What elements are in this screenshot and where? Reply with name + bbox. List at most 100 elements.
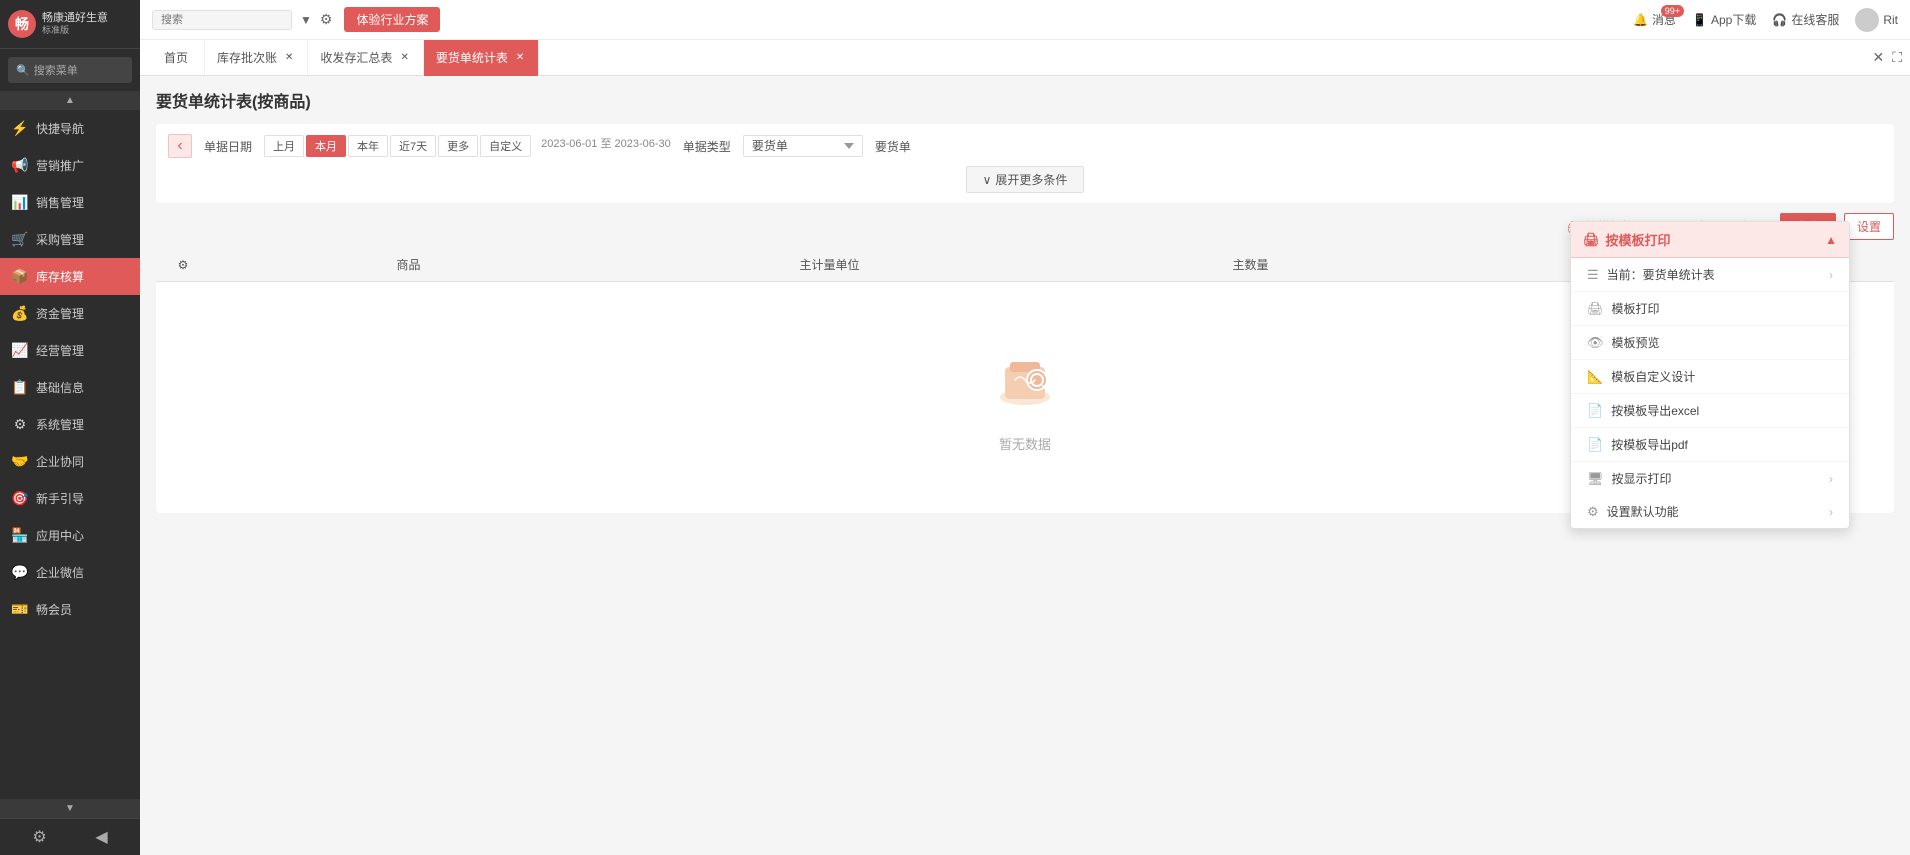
tabbar: 首页 库存批次账 ✕ 收发存汇总表 ✕ 要货单统计表 ✕ ✕ ⛶ bbox=[140, 40, 1910, 76]
chevron-right-icon: › bbox=[1829, 268, 1833, 282]
dropdown-header: 🖨 按模板打印 ▲ bbox=[1571, 222, 1849, 258]
operations-icon: 📈 bbox=[12, 343, 28, 359]
tab-receivables-summary[interactable]: 收发存汇总表 ✕ bbox=[308, 40, 423, 76]
tab-order-stats[interactable]: 要货单统计表 ✕ bbox=[424, 40, 539, 76]
dropdown-export-pdf[interactable]: 📄 按模板导出pdf bbox=[1571, 428, 1849, 462]
notifications-button[interactable]: 🔔 消息 99+ bbox=[1633, 11, 1676, 28]
sidebar-item-inventory[interactable]: 📦 库存核算 bbox=[0, 258, 140, 295]
filter-area: ‹ 单据日期 上月 本月 本年 近7天 更多 自定义 2023-06-01 至 … bbox=[156, 124, 1894, 203]
close-batch-inventory-tab[interactable]: ✕ bbox=[283, 52, 295, 63]
guide-icon: 🎯 bbox=[12, 491, 28, 507]
dropdown-set-default[interactable]: ⚙ 设置默认功能 › bbox=[1571, 495, 1849, 528]
page-content-area: 要货单统计表(按商品) ‹ 单据日期 上月 本月 本年 近7天 更多 自定义 2… bbox=[140, 76, 1910, 855]
topbar-right-area: 🔔 消息 99+ 📱 App下载 🎧 在线客服 Rit bbox=[1633, 8, 1898, 32]
current-month-button[interactable]: 本月 bbox=[306, 135, 346, 157]
chevron-down-icon: ∨ bbox=[983, 173, 992, 187]
close-receivables-tab[interactable]: ✕ bbox=[398, 52, 410, 63]
dropdown-template-preview[interactable]: 👁 模板预览 bbox=[1571, 326, 1849, 360]
sidebar-item-purchase[interactable]: 🛒 采购管理 bbox=[0, 221, 140, 258]
sidebar-item-marketing[interactable]: 📢 营销推广 bbox=[0, 147, 140, 184]
default-settings-icon: ⚙ bbox=[1587, 504, 1599, 520]
sidebar-item-basic-info[interactable]: 📋 基础信息 bbox=[0, 369, 140, 406]
list-icon: ☰ bbox=[1587, 267, 1599, 283]
sidebar-item-collab[interactable]: 🤝 企业协同 bbox=[0, 443, 140, 480]
sidebar-item-finance[interactable]: 💰 资金管理 bbox=[0, 295, 140, 332]
user-menu-button[interactable]: Rit bbox=[1855, 8, 1898, 32]
sidebar-item-guide[interactable]: 🎯 新手引导 bbox=[0, 480, 140, 517]
settings-footer-button[interactable]: ⚙ bbox=[32, 827, 46, 847]
date-filter-label: 单据日期 bbox=[204, 138, 252, 155]
last-7-days-button[interactable]: 近7天 bbox=[390, 135, 436, 157]
app-download-button[interactable]: 📱 App下载 bbox=[1692, 11, 1756, 28]
dropdown-export-excel[interactable]: 📄 按模板导出excel bbox=[1571, 394, 1849, 428]
dropdown-collapse-button[interactable]: ▲ bbox=[1825, 233, 1837, 247]
sidebar-item-sales[interactable]: 📊 销售管理 bbox=[0, 184, 140, 221]
order-category-filter-label: 要货单 bbox=[875, 138, 911, 155]
search-icon: 🔍 bbox=[16, 64, 30, 77]
page-title: 要货单统计表(按商品) bbox=[156, 88, 1894, 112]
prev-month-button[interactable]: 上月 bbox=[264, 135, 304, 157]
th-product: 商品 bbox=[198, 256, 619, 273]
sidebar-item-appstore[interactable]: 🏪 应用中心 bbox=[0, 517, 140, 554]
sidebar-logo: 畅 畅康通好生意 标准版 bbox=[0, 0, 140, 49]
th-unit: 主计量单位 bbox=[619, 256, 1040, 273]
dropdown-display-print[interactable]: 🖥 按显示打印 › bbox=[1571, 462, 1849, 495]
dropdown-title: 🖨 按模板打印 bbox=[1583, 230, 1671, 249]
dropdown-current-template[interactable]: ☰ 当前：要货单统计表 › bbox=[1571, 258, 1849, 292]
sidebar-item-quick-nav[interactable]: ⚡ 快捷导航 bbox=[0, 110, 140, 147]
sidebar-scroll-up-button[interactable]: ▲ bbox=[0, 91, 140, 110]
maximize-button[interactable]: ⛶ bbox=[1892, 49, 1902, 66]
search-menu-button[interactable]: 🔍 搜索菜单 bbox=[8, 57, 132, 83]
type-filter-label: 单据类型 bbox=[683, 138, 731, 155]
topbar-search-dropdown-button[interactable]: ▼ bbox=[300, 13, 312, 27]
purchase-icon: 🛒 bbox=[12, 232, 28, 248]
collapse-sidebar-button[interactable]: ◀ bbox=[95, 827, 107, 847]
sidebar-nav: ⚡ 快捷导航 📢 营销推广 📊 销售管理 🛒 采购管理 📦 库存核算 💰 资金管… bbox=[0, 110, 140, 799]
excel-icon: 📄 bbox=[1587, 403, 1603, 419]
sidebar: 畅 畅康通好生意 标准版 🔍 搜索菜单 ▲ ⚡ 快捷导航 📢 营销推广 📊 销售… bbox=[0, 0, 140, 855]
topbar-gear-button[interactable]: ⚙ bbox=[320, 11, 333, 28]
filter-toggle-button[interactable]: ‹ bbox=[168, 134, 192, 158]
sales-icon: 📊 bbox=[12, 195, 28, 211]
tabbar-actions: ✕ ⛶ bbox=[1872, 49, 1902, 66]
inventory-icon: 📦 bbox=[12, 269, 28, 285]
app-name: 畅康通好生意 标准版 bbox=[42, 11, 108, 37]
print-dropdown-menu: 🖨 按模板打印 ▲ ☰ 当前：要货单统计表 › 🖨 模板打印 bbox=[1570, 221, 1850, 529]
sidebar-item-operations[interactable]: 📈 经营管理 bbox=[0, 332, 140, 369]
sidebar-item-member[interactable]: 🎫 畅会员 bbox=[0, 591, 140, 628]
notification-badge: 99+ bbox=[1661, 5, 1684, 17]
expand-more-button[interactable]: ∨ 展开更多条件 bbox=[966, 166, 1085, 193]
date-range-display: 2023-06-01 至 2023-06-30 bbox=[541, 135, 671, 151]
display-icon: 🖥 bbox=[1587, 471, 1604, 487]
custom-date-button[interactable]: 自定义 bbox=[480, 135, 531, 157]
table-settings-button[interactable]: 设置 bbox=[1844, 213, 1894, 240]
main-content: ▼ ⚙ 体验行业方案 🔔 消息 99+ 📱 App下载 🎧 在线客服 Rit bbox=[140, 0, 1910, 855]
marketing-icon: 📢 bbox=[12, 158, 28, 174]
online-service-button[interactable]: 🎧 在线客服 bbox=[1772, 11, 1839, 28]
design-icon: 📐 bbox=[1587, 369, 1603, 385]
appstore-icon: 🏪 bbox=[12, 528, 28, 544]
finance-icon: 💰 bbox=[12, 306, 28, 322]
filter-row: ‹ 单据日期 上月 本月 本年 近7天 更多 自定义 2023-06-01 至 … bbox=[168, 134, 1882, 158]
sidebar-item-wechat[interactable]: 💬 企业微信 bbox=[0, 554, 140, 591]
quick-nav-icon: ⚡ bbox=[12, 121, 28, 137]
chevron-right-icon-2: › bbox=[1829, 472, 1833, 486]
sidebar-footer: ⚙ ◀ bbox=[0, 818, 140, 855]
dropdown-template-print[interactable]: 🖨 模板打印 bbox=[1571, 292, 1849, 326]
topbar-search-input[interactable] bbox=[152, 10, 292, 30]
close-order-stats-tab[interactable]: ✕ bbox=[514, 52, 526, 63]
empty-text: 暂无数据 bbox=[999, 434, 1051, 453]
this-year-button[interactable]: 本年 bbox=[348, 135, 388, 157]
sidebar-scroll-down-button[interactable]: ▼ bbox=[0, 799, 140, 818]
experience-industry-button[interactable]: 体验行业方案 bbox=[344, 7, 440, 32]
preview-icon: 👁 bbox=[1587, 335, 1604, 351]
close-all-tabs-button[interactable]: ✕ bbox=[1872, 49, 1884, 66]
member-icon: 🎫 bbox=[12, 602, 28, 618]
sidebar-item-system[interactable]: ⚙ 系统管理 bbox=[0, 406, 140, 443]
tab-batch-inventory[interactable]: 库存批次账 ✕ bbox=[205, 40, 308, 76]
dropdown-template-custom[interactable]: 📐 模板自定义设计 bbox=[1571, 360, 1849, 394]
type-filter-select[interactable]: 要货单 bbox=[743, 135, 863, 157]
tab-home[interactable]: 首页 bbox=[148, 40, 205, 76]
th-checkbox: ⚙ bbox=[168, 258, 198, 272]
more-dates-button[interactable]: 更多 bbox=[438, 135, 478, 157]
